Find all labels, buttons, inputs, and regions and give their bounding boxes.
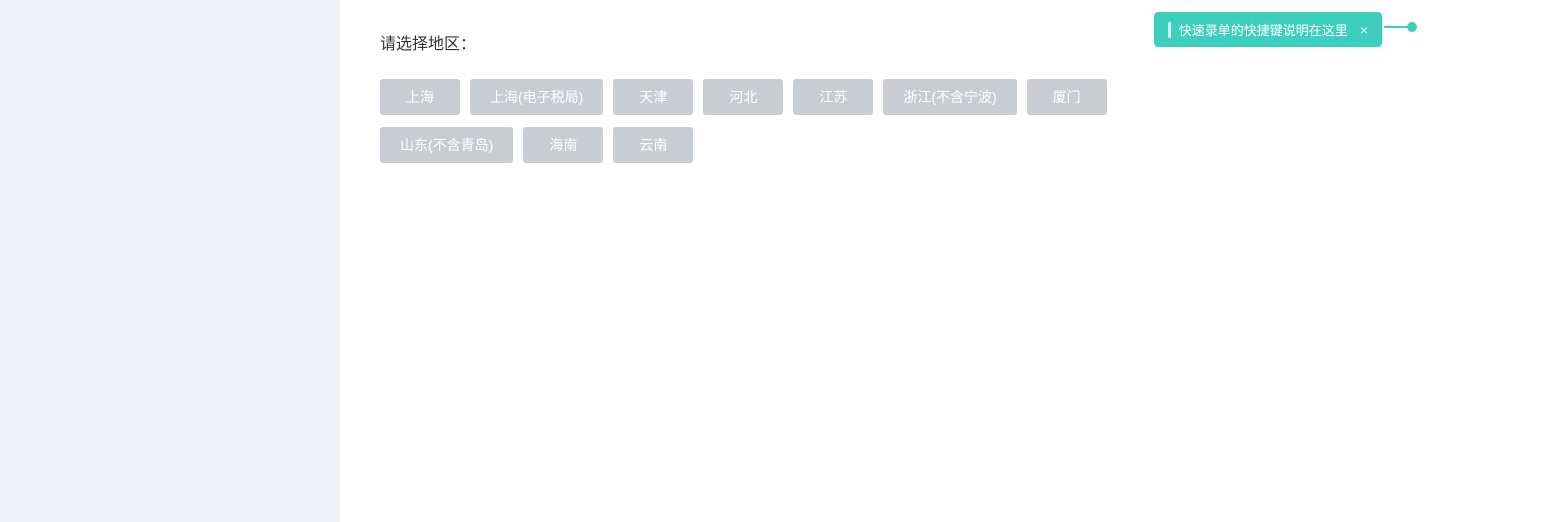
sidebar — [0, 0, 340, 522]
region-row-2: 山东(不含青岛) 海南云南 — [380, 127, 1522, 163]
region-button[interactable]: 上海 — [380, 79, 460, 115]
tooltip-close-button[interactable]: × — [1360, 22, 1368, 38]
region-button[interactable]: 山东(不含青岛) — [380, 127, 513, 163]
region-button[interactable]: 河北 — [703, 79, 783, 115]
region-button[interactable]: 江苏 — [793, 79, 873, 115]
tooltip-text: 快速录单的快捷键说明在这里 — [1179, 20, 1348, 39]
region-button[interactable]: 厦门 — [1027, 79, 1107, 115]
tooltip-dot — [1407, 22, 1417, 32]
region-button[interactable]: 海南 — [523, 127, 603, 163]
region-button[interactable]: 天津 — [613, 79, 693, 115]
region-button[interactable]: 上海(电子税局) — [470, 79, 603, 115]
region-button[interactable]: 浙江(不含宁波) — [883, 79, 1016, 115]
tooltip-banner: 快速录单的快捷键说明在这里 × — [1154, 12, 1382, 47]
region-button[interactable]: 云南 — [613, 127, 693, 163]
tooltip-bar — [1168, 22, 1171, 38]
region-row-1: 上海上海(电子税局) 天津河北江苏浙江(不含宁波) 厦门 — [380, 79, 1522, 115]
main-content: 请选择地区： 上海上海(电子税局)天津河北江苏浙江(不含宁波)厦门 山东(不含青… — [340, 0, 1562, 522]
